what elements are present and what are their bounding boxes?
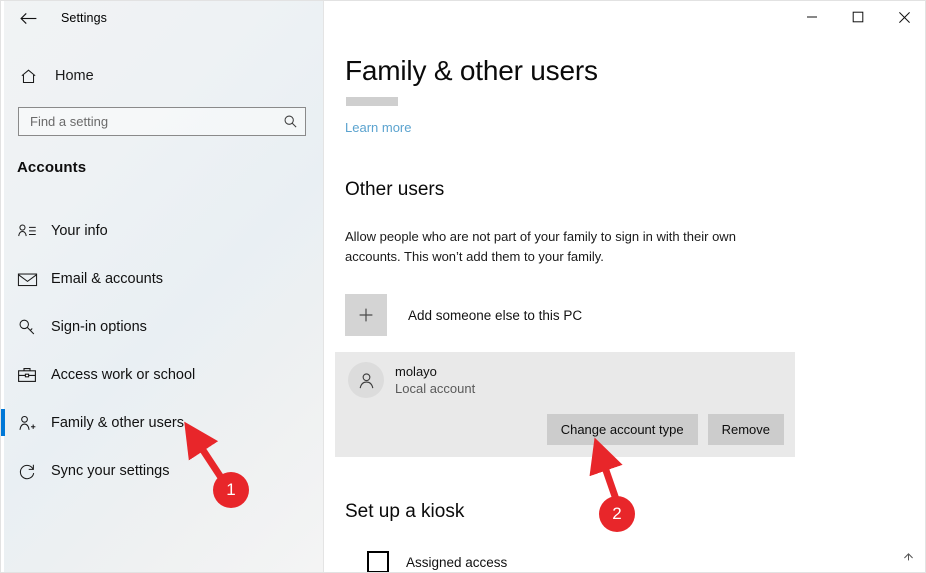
window-controls <box>789 1 925 33</box>
account-text: molayo Local account <box>395 363 475 397</box>
sidebar-item-label: Your info <box>51 223 108 239</box>
sidebar-item-sign-in-options[interactable]: Sign-in options <box>1 303 323 351</box>
sidebar-item-your-info[interactable]: Your info <box>1 207 323 255</box>
envelope-icon <box>17 271 47 288</box>
assigned-access-row[interactable]: Assigned access <box>367 551 508 572</box>
assigned-access-checkbox[interactable] <box>367 551 389 572</box>
search-box[interactable]: Find a setting <box>18 107 306 136</box>
minimize-button[interactable] <box>789 1 835 33</box>
add-someone-else-button[interactable]: Add someone else to this PC <box>345 294 765 336</box>
close-button[interactable] <box>881 1 925 33</box>
search-icon[interactable] <box>275 114 305 129</box>
redacted-bar <box>346 97 398 106</box>
annotation-badge-1: 1 <box>213 472 249 508</box>
sidebar-item-email-accounts[interactable]: Email & accounts <box>1 255 323 303</box>
annotation-badge-2: 2 <box>599 496 635 532</box>
search-input[interactable]: Find a setting <box>30 114 275 129</box>
home-icon <box>9 67 47 86</box>
change-account-type-button[interactable]: Change account type <box>546 414 698 445</box>
sidebar-item-access-work-school[interactable]: Access work or school <box>1 351 323 399</box>
key-icon <box>17 318 47 337</box>
title-bar: Settings <box>1 1 925 35</box>
sidebar-home-label: Home <box>55 68 94 84</box>
learn-more-link[interactable]: Learn more <box>345 120 411 135</box>
add-someone-else-label: Add someone else to this PC <box>408 307 583 323</box>
sidebar-item-label: Family & other users <box>51 415 184 431</box>
sidebar-item-family-other-users[interactable]: Family & other users <box>1 399 323 447</box>
back-arrow-icon[interactable] <box>5 2 51 34</box>
kiosk-heading: Set up a kiosk <box>345 501 465 522</box>
sidebar-item-label: Sync your settings <box>51 463 170 479</box>
chevron-up-icon[interactable] <box>902 550 915 568</box>
selection-indicator <box>1 409 5 436</box>
main-content: Family & other users Learn more Other us… <box>324 1 925 572</box>
sidebar-home-item[interactable]: Home <box>9 61 309 91</box>
app-title: Settings <box>61 11 107 25</box>
other-users-heading: Other users <box>345 179 445 200</box>
other-users-description: Allow people who are not part of your fa… <box>345 229 736 264</box>
plus-icon <box>345 294 387 336</box>
avatar <box>348 362 384 398</box>
account-identity: molayo Local account <box>348 362 475 398</box>
account-type: Local account <box>395 381 476 396</box>
sidebar-nav-list: Your info Email & accounts Sign-in optio… <box>1 207 323 495</box>
settings-window: Home Find a setting Accounts Your info E… <box>0 0 926 573</box>
remove-account-button[interactable]: Remove <box>707 414 784 445</box>
account-actions: Change account type Remove <box>546 414 784 445</box>
maximize-button[interactable] <box>835 1 881 33</box>
sidebar-item-label: Sign-in options <box>51 319 147 335</box>
sidebar-item-label: Access work or school <box>51 367 196 383</box>
page-title: Family & other users <box>345 55 598 86</box>
sidebar-item-sync-your-settings[interactable]: Sync your settings <box>1 447 323 495</box>
sync-icon <box>17 462 47 481</box>
sidebar-item-label: Email & accounts <box>51 271 164 287</box>
briefcase-icon <box>17 366 47 384</box>
user-info-icon <box>17 222 47 240</box>
sidebar: Home Find a setting Accounts Your info E… <box>1 1 324 572</box>
user-add-icon <box>17 414 47 433</box>
user-account-card: molayo Local account Change account type… <box>335 352 795 457</box>
assigned-access-label: Assigned access <box>406 554 508 570</box>
sidebar-section-title: Accounts <box>17 159 87 176</box>
account-name: molayo <box>395 364 437 379</box>
